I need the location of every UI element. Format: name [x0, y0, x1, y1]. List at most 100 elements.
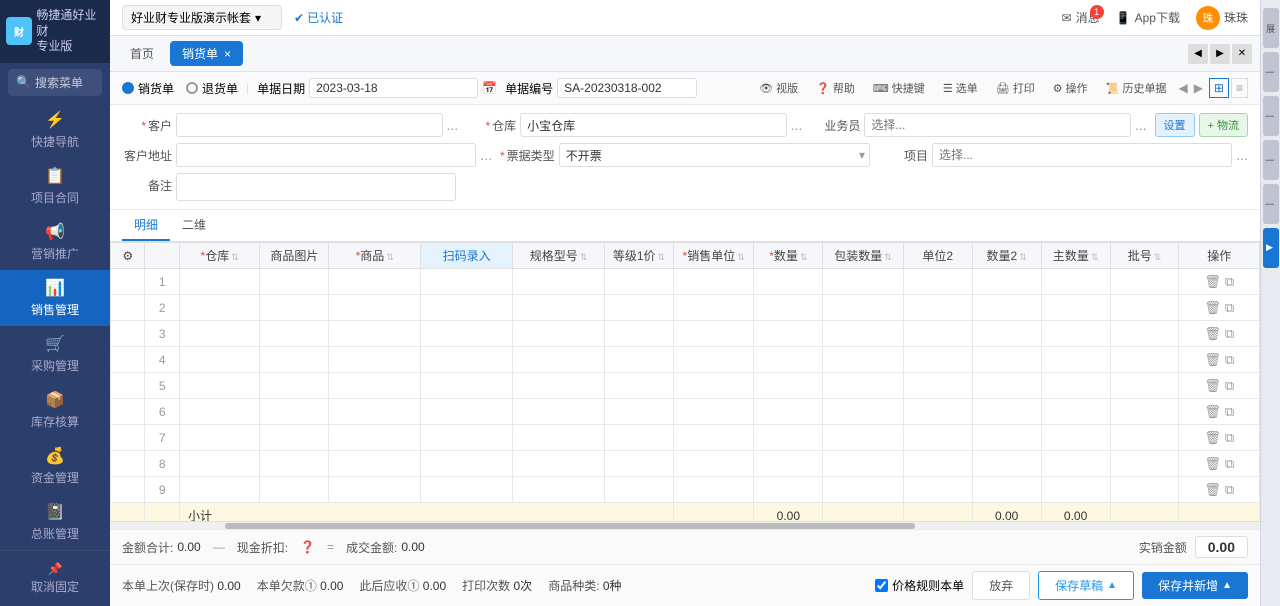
row-goods-cell[interactable]: [329, 373, 421, 399]
sidebar-item-purchase[interactable]: 🛒 采购管理: [0, 326, 110, 382]
row-delete-icon[interactable]: 🗑: [1204, 352, 1221, 368]
row-scan-cell[interactable]: [421, 347, 513, 373]
tab-home[interactable]: 首页: [118, 41, 166, 66]
rp-btn-1[interactable]: 展: [1263, 8, 1279, 48]
th-unit[interactable]: *销售单位⇅: [673, 243, 753, 269]
row-main-qty-cell[interactable]: [1041, 477, 1110, 503]
app-download-button[interactable]: 📱 App下载: [1116, 9, 1180, 26]
rp-btn-4[interactable]: |: [1263, 140, 1279, 180]
row-copy-icon[interactable]: ⧉: [1225, 378, 1234, 394]
row-warehouse-cell[interactable]: [179, 347, 259, 373]
row-warehouse-cell[interactable]: [179, 295, 259, 321]
row-main-qty-cell[interactable]: [1041, 295, 1110, 321]
row-pack-cell[interactable]: [823, 425, 903, 451]
row-unit-cell[interactable]: [673, 269, 753, 295]
row-unit-cell[interactable]: [673, 373, 753, 399]
row-pack-cell[interactable]: [823, 373, 903, 399]
row-pack-cell[interactable]: [823, 347, 903, 373]
row-qty2-cell[interactable]: [972, 295, 1041, 321]
return-order-radio[interactable]: 退货单: [186, 80, 238, 97]
address-more-icon[interactable]: ...: [480, 147, 492, 163]
table-view-icon[interactable]: ⊞: [1209, 78, 1229, 98]
row-copy-icon[interactable]: ⧉: [1225, 352, 1234, 368]
row-scan-cell[interactable]: [421, 451, 513, 477]
row-main-qty-cell[interactable]: [1041, 269, 1110, 295]
row-pack-cell[interactable]: [823, 399, 903, 425]
customer-more-icon[interactable]: ...: [447, 117, 459, 133]
row-copy-icon[interactable]: ⧉: [1225, 326, 1234, 342]
row-delete-icon[interactable]: 🗑: [1204, 326, 1221, 342]
row-unit-cell[interactable]: [673, 347, 753, 373]
row-batch-cell[interactable]: [1110, 399, 1179, 425]
row-pack-cell[interactable]: [823, 321, 903, 347]
row-qty-cell[interactable]: [754, 451, 823, 477]
row-goods-cell[interactable]: [329, 295, 421, 321]
th-pack[interactable]: 包装数量⇅: [823, 243, 903, 269]
row-delete-icon[interactable]: 🗑: [1204, 378, 1221, 394]
tab-detail[interactable]: 明细: [122, 210, 170, 241]
sidebar-item-project-contract[interactable]: 📋 项目合同: [0, 158, 110, 214]
sidebar-item-marketing[interactable]: 📢 营销推广: [0, 214, 110, 270]
sidebar-item-sales[interactable]: 📊 销售管理: [0, 270, 110, 326]
view-button[interactable]: 👁 视版: [753, 78, 804, 98]
row-goods-cell[interactable]: [329, 347, 421, 373]
row-qty-cell[interactable]: [754, 373, 823, 399]
row-copy-icon[interactable]: ⧉: [1225, 404, 1234, 420]
nav-next-icon[interactable]: ▶: [1194, 81, 1203, 95]
warehouse-input[interactable]: [520, 113, 787, 137]
row-delete-icon[interactable]: 🗑: [1204, 300, 1221, 316]
row-goods-cell[interactable]: [329, 399, 421, 425]
row-warehouse-cell[interactable]: [179, 399, 259, 425]
row-spec-cell[interactable]: [513, 399, 605, 425]
logistics-button[interactable]: + 物流: [1199, 113, 1248, 137]
company-select[interactable]: 好业财专业版演示帐套 ▾: [122, 5, 282, 30]
row-batch-cell[interactable]: [1110, 269, 1179, 295]
row-batch-cell[interactable]: [1110, 295, 1179, 321]
row-qty2-cell[interactable]: [972, 373, 1041, 399]
save-new-button[interactable]: 保存并新增 ▲: [1142, 572, 1248, 599]
search-menu-button[interactable]: 🔍 搜索菜单: [8, 69, 102, 96]
price-rule-checkbox[interactable]: 价格规则本单: [875, 577, 964, 594]
th-spec[interactable]: 规格型号⇅: [513, 243, 605, 269]
row-grade-cell[interactable]: [605, 451, 674, 477]
row-goods-cell[interactable]: [329, 425, 421, 451]
row-spec-cell[interactable]: [513, 477, 605, 503]
row-delete-icon[interactable]: 🗑: [1204, 274, 1221, 290]
row-goods-cell[interactable]: [329, 477, 421, 503]
row-spec-cell[interactable]: [513, 269, 605, 295]
sales-order-radio[interactable]: 销货单: [122, 80, 174, 97]
horizontal-scrollbar[interactable]: [110, 521, 1260, 529]
save-draft-button[interactable]: 保存草稿 ▲: [1038, 571, 1134, 600]
row-qty-cell[interactable]: [754, 269, 823, 295]
row-pack-cell[interactable]: [823, 477, 903, 503]
row-main-qty-cell[interactable]: [1041, 425, 1110, 451]
tab-prev-button[interactable]: ◀: [1188, 44, 1208, 64]
row-grade-cell[interactable]: [605, 347, 674, 373]
th-main-qty[interactable]: 主数量⇅: [1041, 243, 1110, 269]
address-input[interactable]: [176, 143, 476, 167]
row-batch-cell[interactable]: [1110, 477, 1179, 503]
row-scan-cell[interactable]: [421, 269, 513, 295]
row-unit-cell[interactable]: [673, 321, 753, 347]
unpin-button[interactable]: 📌 取消固定: [8, 557, 102, 600]
row-qty2-cell[interactable]: [972, 451, 1041, 477]
price-rule-check-input[interactable]: [875, 579, 888, 592]
row-warehouse-cell[interactable]: [179, 269, 259, 295]
row-pack-cell[interactable]: [823, 451, 903, 477]
row-delete-icon[interactable]: 🗑: [1204, 404, 1221, 420]
tab-sales-order[interactable]: 销货单 ×: [170, 41, 243, 66]
row-unit-cell[interactable]: [673, 399, 753, 425]
row-warehouse-cell[interactable]: [179, 373, 259, 399]
project-input[interactable]: [932, 143, 1232, 167]
row-main-qty-cell[interactable]: [1041, 347, 1110, 373]
row-scan-cell[interactable]: [421, 373, 513, 399]
row-copy-icon[interactable]: ⧉: [1225, 300, 1234, 316]
abandon-button[interactable]: 放弃: [972, 571, 1030, 600]
row-scan-cell[interactable]: [421, 425, 513, 451]
row-goods-cell[interactable]: [329, 269, 421, 295]
nav-prev-icon[interactable]: ◀: [1178, 81, 1187, 95]
help-icon[interactable]: ❓: [300, 540, 315, 554]
help-button[interactable]: ❓ 帮助: [810, 78, 861, 98]
row-warehouse-cell[interactable]: [179, 451, 259, 477]
row-delete-icon[interactable]: 🗑: [1204, 430, 1221, 446]
